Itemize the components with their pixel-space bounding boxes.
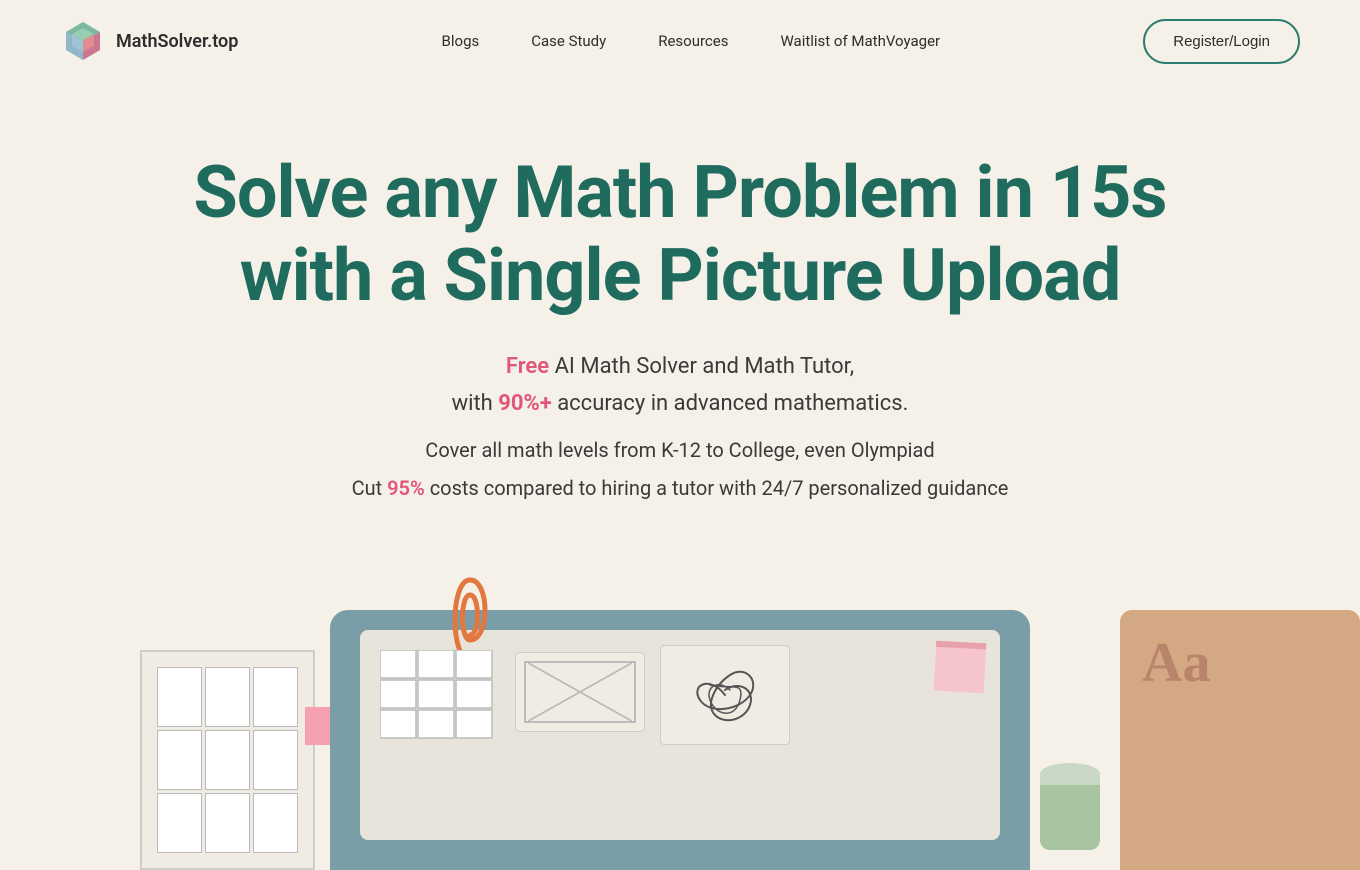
nav-links: Blogs Case Study Resources Waitlist of M… [442, 32, 941, 50]
grid-cell [253, 730, 298, 790]
hero-accuracy-highlight: 90%+ [498, 391, 552, 416]
cylinder-container [1040, 763, 1100, 850]
register-login-button[interactable]: Register/Login [1143, 19, 1300, 64]
hero-with: with [452, 391, 499, 416]
brand-name: MathSolver.top [116, 31, 238, 52]
nav-case-study[interactable]: Case Study [531, 32, 606, 50]
hero-subtitle: Free AI Math Solver and Math Tutor, with… [60, 348, 1300, 423]
hero-section: Solve any Math Problem in 15s with a Sin… [0, 82, 1360, 500]
sticky-note-screen [934, 641, 987, 694]
logo-icon [60, 18, 106, 64]
right-block-text: Aa [1142, 635, 1210, 691]
right-block: Aa [1120, 610, 1360, 870]
screen-card-scribble [660, 645, 790, 745]
nav-waitlist[interactable]: Waitlist of MathVoyager [780, 32, 940, 50]
grid-cell [157, 667, 202, 727]
cylinder-body [1040, 785, 1100, 850]
navbar: MathSolver.top Blogs Case Study Resource… [0, 0, 1360, 82]
hero-title: Solve any Math Problem in 15s with a Sin… [60, 152, 1300, 318]
hero-detail: Cover all math levels from K-12 to Colle… [60, 438, 1300, 462]
grid-cell [205, 730, 250, 790]
cylinder-top [1040, 763, 1100, 785]
hero-cut-prefix: Cut [352, 476, 388, 500]
hero-subtitle-suffix: accuracy in advanced mathematics. [552, 391, 909, 416]
nav-blogs[interactable]: Blogs [442, 32, 480, 50]
brand: MathSolver.top [60, 18, 238, 64]
left-board [140, 650, 315, 870]
hero-title-line2: with a Single Picture Upload [240, 233, 1121, 318]
grid-cell [205, 667, 250, 727]
grid-cell [157, 793, 202, 853]
grid-cell [253, 667, 298, 727]
grid-cell [253, 793, 298, 853]
hero-title-line1: Solve any Math Problem in 15s [194, 150, 1167, 235]
nav-resources[interactable]: Resources [658, 32, 728, 50]
scribble-icon [680, 655, 770, 735]
hero-cut-suffix: costs compared to hiring a tutor with 24… [425, 476, 1009, 500]
monitor [330, 610, 1030, 870]
grid-cell [157, 730, 202, 790]
board-grid [157, 667, 298, 853]
screen-card-mid [515, 652, 645, 732]
screen-grid-icon [380, 650, 500, 740]
grid-cell [205, 793, 250, 853]
monitor-screen [360, 630, 1000, 840]
hero-cut: Cut 95% costs compared to hiring a tutor… [60, 476, 1300, 500]
hero-subtitle-mid: AI Math Solver and Math Tutor, [549, 354, 854, 379]
hero-cut-highlight: 95% [387, 476, 425, 500]
illustration-area: Aa [0, 550, 1360, 870]
hero-free-highlight: Free [506, 354, 549, 379]
